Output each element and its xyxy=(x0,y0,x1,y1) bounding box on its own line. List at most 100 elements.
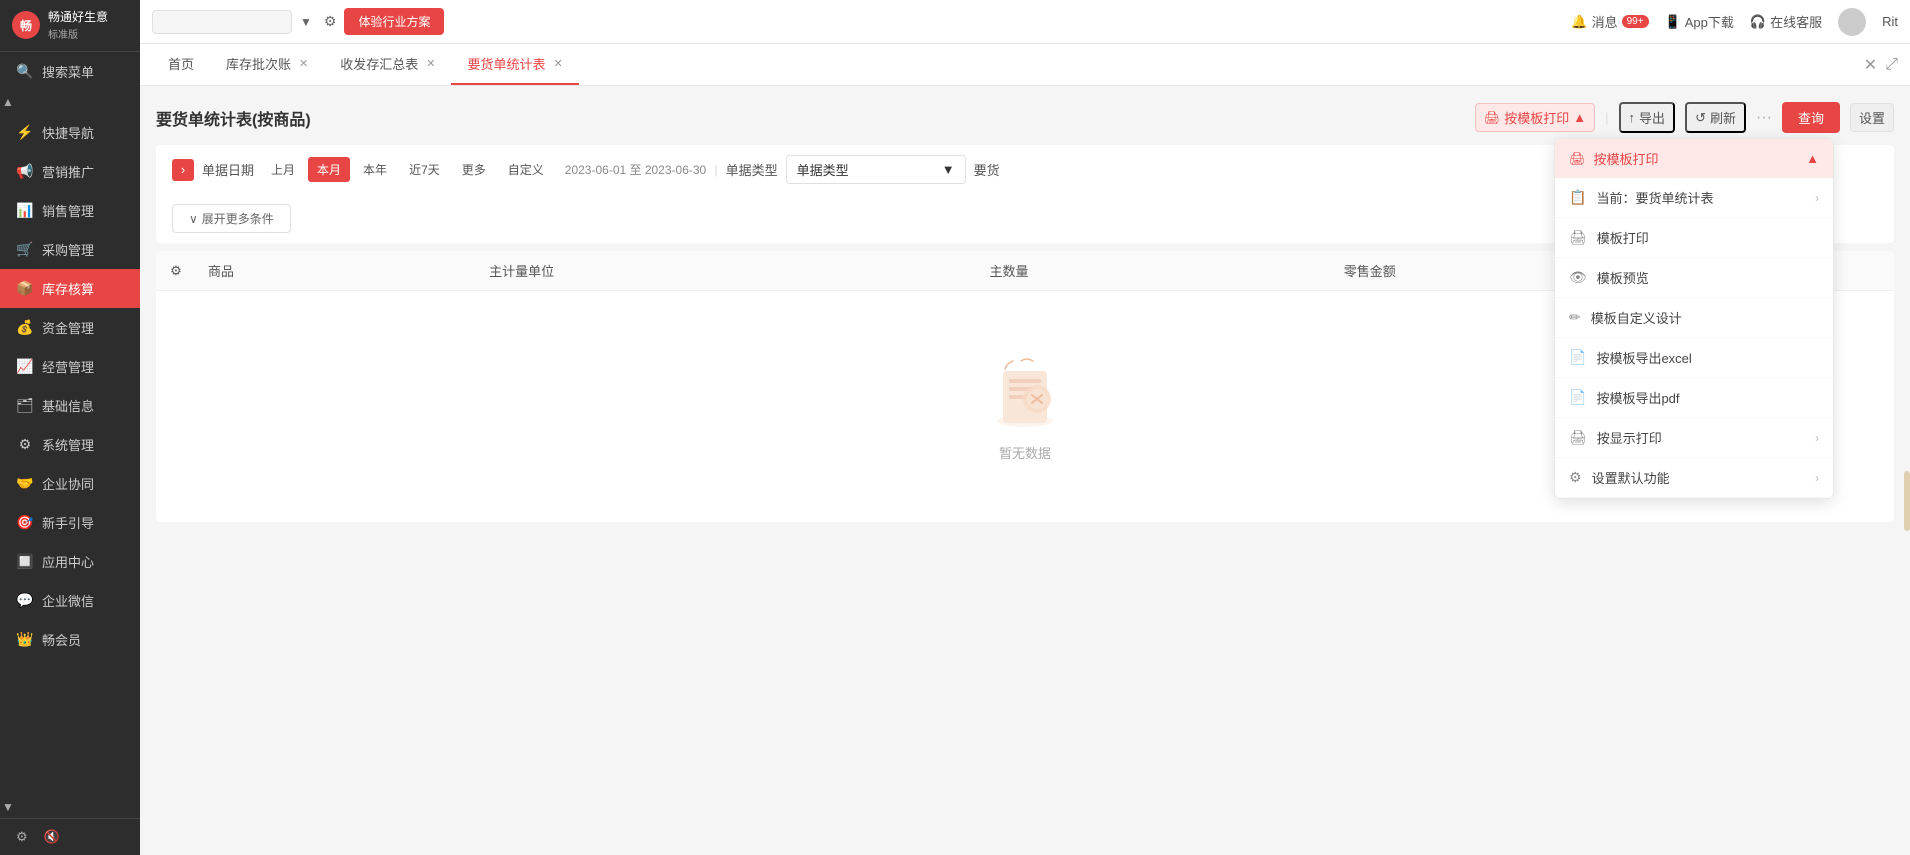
sidebar-label-wechat: 企业微信 xyxy=(42,591,94,610)
search-icon: 🔍 xyxy=(16,63,34,80)
sidebar-item-quick-nav[interactable]: ⚡ 快捷导航 xyxy=(0,113,140,152)
app-download-btn[interactable]: 📱 App下载 xyxy=(1665,12,1734,31)
avatar[interactable] xyxy=(1838,8,1866,36)
refresh-icon: ↺ xyxy=(1695,110,1706,126)
date-btn-more[interactable]: 更多 xyxy=(453,157,495,182)
display-print-label: 按显示打印 xyxy=(1597,428,1662,447)
sidebar-item-cooperation[interactable]: 🤝 企业协同 xyxy=(0,464,140,503)
date-btn-prev-month[interactable]: 上月 xyxy=(262,157,304,182)
sidebar-label-marketing: 营销推广 xyxy=(42,162,94,181)
template-custom-icon: ✏ xyxy=(1569,309,1581,326)
logo-tag: 标准版 xyxy=(48,26,108,41)
tab-batch-account[interactable]: 库存批次账 ✕ xyxy=(210,44,324,85)
expand-icon: ∨ xyxy=(189,212,198,226)
cooperation-icon: 🤝 xyxy=(16,475,34,492)
export-btn[interactable]: ↑ 导出 xyxy=(1619,102,1676,133)
sidebar-search[interactable]: 🔍 搜索菜单 xyxy=(0,52,140,91)
dropdown-header[interactable]: 🖨 按模板打印 ▲ xyxy=(1555,139,1833,178)
sidebar-item-operations[interactable]: 📈 经营管理 xyxy=(0,347,140,386)
refresh-btn[interactable]: ↺ 刷新 xyxy=(1685,102,1746,133)
sidebar-item-inventory[interactable]: 📦 库存核算 xyxy=(0,269,140,308)
template-excel-icon: 📄 xyxy=(1569,349,1586,366)
expand-more-btn[interactable]: ∨ 展开更多条件 xyxy=(172,204,291,233)
dropdown-item-template-print[interactable]: 🖨 模板打印 xyxy=(1555,218,1833,258)
scroll-down-btn[interactable]: ▼ xyxy=(0,796,16,818)
tab-order-stats[interactable]: 要货单统计表 ✕ xyxy=(451,44,578,85)
sidebar-item-apps[interactable]: 🔲 应用中心 xyxy=(0,542,140,581)
tab-receipt-summary-close[interactable]: ✕ xyxy=(426,57,435,70)
print-btn[interactable]: 🖨 按模板打印 ▲ xyxy=(1475,103,1595,132)
date-btn-custom[interactable]: 自定义 xyxy=(499,157,553,182)
tab-receipt-summary[interactable]: 收发存汇总表 ✕ xyxy=(324,44,451,85)
tab-expand-icon[interactable]: ⤢ xyxy=(1885,56,1898,74)
export-icon: ↑ xyxy=(1629,110,1636,125)
tab-order-stats-close[interactable]: ✕ xyxy=(554,57,563,70)
dropdown-sub-display-print[interactable]: 🖨 按显示打印 › xyxy=(1555,418,1833,458)
online-service-btn[interactable]: 🎧 在线客服 xyxy=(1750,12,1822,31)
sidebar-label-inventory: 库存核算 xyxy=(42,279,94,298)
dropdown-current[interactable]: 📋 当前：要货单统计表 › xyxy=(1555,178,1833,218)
more-icon[interactable]: ··· xyxy=(1756,109,1772,127)
sidebar-item-guide[interactable]: 🎯 新手引导 xyxy=(0,503,140,542)
topbar-gear-icon[interactable]: ⚙ xyxy=(324,13,337,30)
settings-btn[interactable]: 设置 xyxy=(1850,103,1894,132)
settings-icon[interactable]: ⚙ xyxy=(16,829,28,845)
dropdown-printer-icon: 🖨 xyxy=(1569,151,1586,167)
template-pdf-icon: 📄 xyxy=(1569,389,1586,406)
tabbar-right: ✕ ⤢ xyxy=(1864,55,1898,75)
col-settings[interactable]: ⚙ xyxy=(156,251,196,291)
date-btn-7days[interactable]: 近7天 xyxy=(400,157,449,182)
tab-receipt-summary-label: 收发存汇总表 xyxy=(340,54,418,73)
mute-icon[interactable]: 🔇 xyxy=(44,829,60,845)
sidebar-item-wechat[interactable]: 💬 企业微信 xyxy=(0,581,140,620)
sidebar-item-purchase[interactable]: 🛒 采购管理 xyxy=(0,230,140,269)
apps-icon: 🔲 xyxy=(16,553,34,570)
filter-collapse-btn[interactable]: › xyxy=(172,159,194,181)
promo-btn[interactable]: 体验行业方案 xyxy=(344,8,444,35)
date-btn-this-year[interactable]: 本年 xyxy=(354,157,396,182)
sidebar-label-sales: 销售管理 xyxy=(42,201,94,220)
template-preview-label: 模板预览 xyxy=(1597,268,1649,287)
sidebar-label-guide: 新手引导 xyxy=(42,513,94,532)
dropdown-sub-default-fn[interactable]: ⚙ 设置默认功能 › xyxy=(1555,458,1833,498)
dropdown-chevron-up[interactable]: ▲ xyxy=(1806,151,1819,166)
notification-btn[interactable]: 🔔 消息 99+ xyxy=(1571,12,1648,31)
sidebar-item-system[interactable]: ⚙ 系统管理 xyxy=(0,425,140,464)
tab-order-stats-label: 要货单统计表 xyxy=(467,54,545,73)
expand-label: 展开更多条件 xyxy=(202,210,274,227)
scroll-indicator xyxy=(1904,471,1910,531)
tab-batch-account-close[interactable]: ✕ xyxy=(299,57,308,70)
col-quantity: 主数量 xyxy=(978,251,1332,291)
date-btn-this-month[interactable]: 本月 xyxy=(308,157,350,182)
date-range: 2023-06-01 至 2023-06-30 xyxy=(565,161,706,178)
query-btn[interactable]: 查询 xyxy=(1782,102,1840,133)
display-print-icon: 🖨 xyxy=(1569,429,1587,446)
sidebar-item-finance[interactable]: 💰 资金管理 xyxy=(0,308,140,347)
topbar-dropdown-arrow[interactable]: ▼ xyxy=(300,15,312,29)
dropdown-item-template-excel[interactable]: 📄 按模板导出excel xyxy=(1555,338,1833,378)
order-type-select[interactable]: 单据类型 ▼ xyxy=(786,155,966,184)
scroll-up-btn[interactable]: ▲ xyxy=(0,91,16,113)
template-print-icon: 🖨 xyxy=(1569,229,1587,246)
template-print-label: 模板打印 xyxy=(1597,228,1649,247)
sidebar-item-marketing[interactable]: 📢 营销推广 xyxy=(0,152,140,191)
sidebar-item-sales[interactable]: 📊 销售管理 xyxy=(0,191,140,230)
date-filter-label: 单据日期 xyxy=(202,160,254,179)
page-actions: 🖨 按模板打印 ▲ | ↑ 导出 ↺ 刷新 ··· 查询 设置 xyxy=(1475,102,1894,133)
tab-close-all-icon[interactable]: ✕ xyxy=(1864,55,1877,75)
sidebar-item-member[interactable]: 👑 畅会员 xyxy=(0,620,140,659)
template-preview-icon: 👁 xyxy=(1569,269,1587,286)
current-template-icon: 📋 xyxy=(1569,189,1586,206)
dropdown-current-label: 当前：要货单统计表 xyxy=(1596,188,1713,207)
sidebar-bottom: ⚙ 🔇 xyxy=(0,818,140,855)
default-fn-chevron: › xyxy=(1815,471,1819,485)
dropdown-item-template-custom[interactable]: ✏ 模板自定义设计 xyxy=(1555,298,1833,338)
dropdown-item-template-preview[interactable]: 👁 模板预览 xyxy=(1555,258,1833,298)
empty-text: 暂无数据 xyxy=(999,443,1051,462)
sidebar-item-basic[interactable]: 🗂 基础信息 xyxy=(0,386,140,425)
tab-home[interactable]: 首页 xyxy=(152,44,210,85)
app-download-label: App下载 xyxy=(1685,12,1734,31)
basic-icon: 🗂 xyxy=(16,397,34,414)
dropdown-item-template-pdf[interactable]: 📄 按模板导出pdf xyxy=(1555,378,1833,418)
topbar-search-input[interactable] xyxy=(152,10,292,34)
